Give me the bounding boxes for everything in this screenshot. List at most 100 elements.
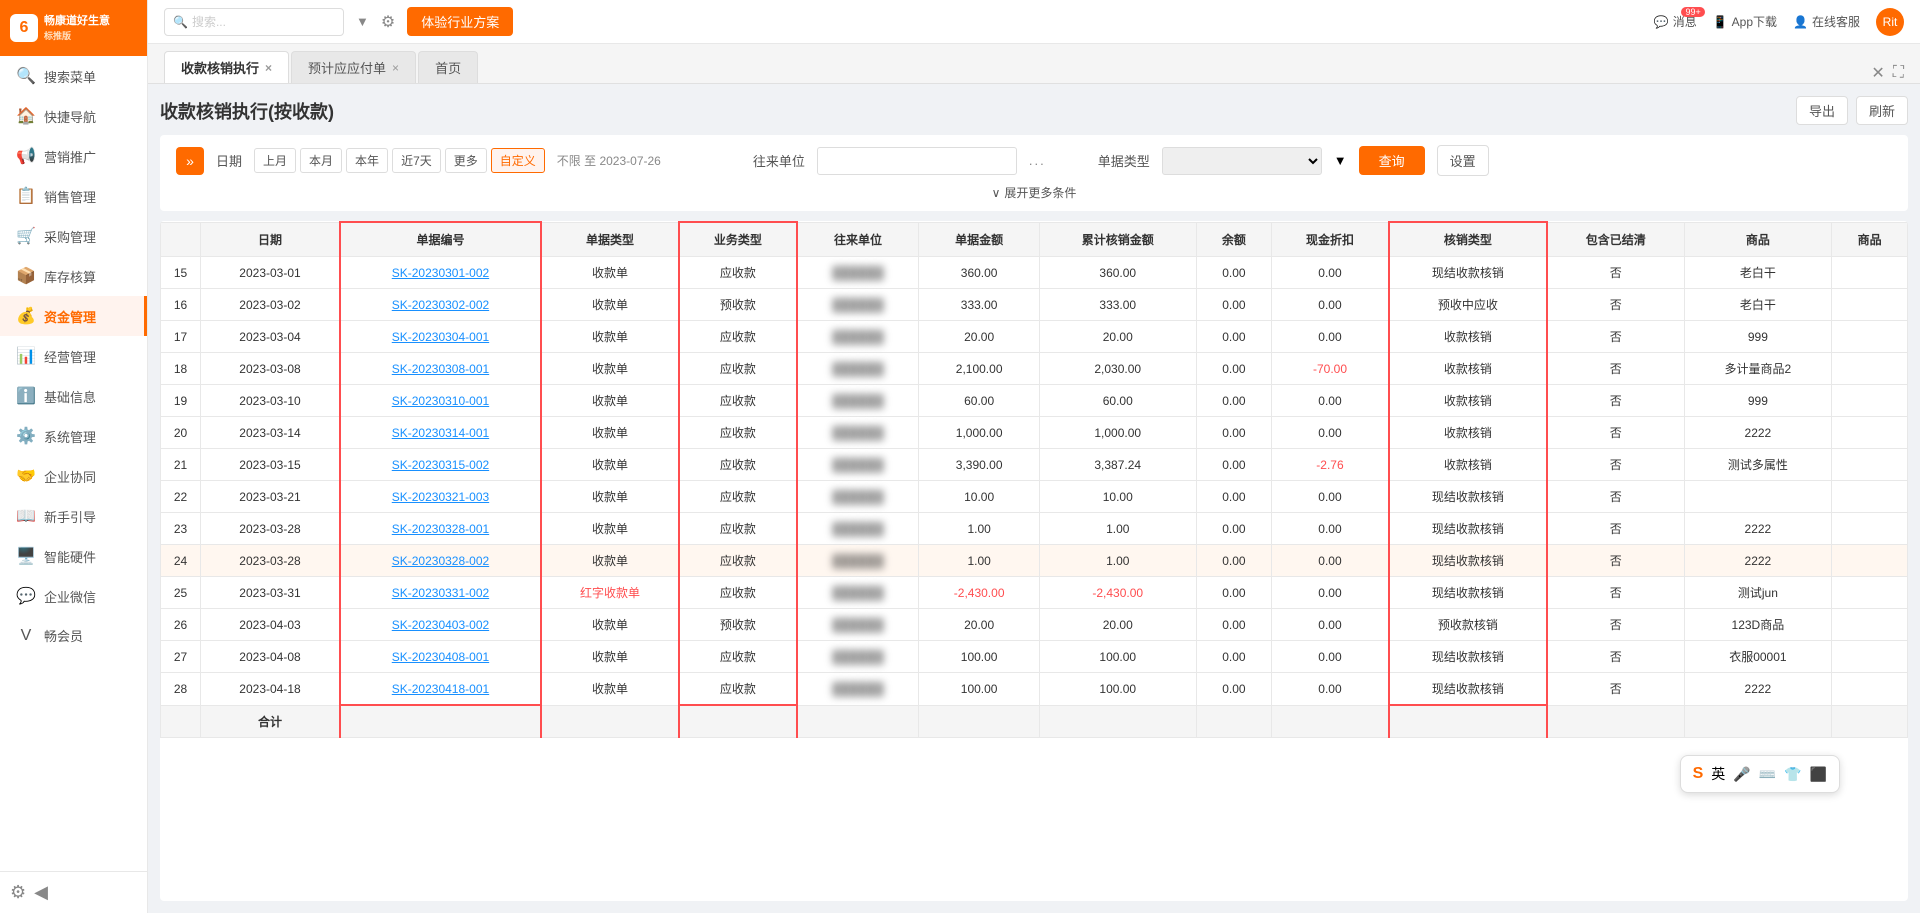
sidebar-item-hardware[interactable]: 🖥️智能硬件 (0, 536, 147, 576)
sidebar-item-operation[interactable]: 📊经营管理 (0, 336, 147, 376)
cell-2-1: 2023-03-04 (201, 321, 340, 353)
cell-12-12: 衣服00001 (1684, 641, 1832, 673)
expand-more-btn[interactable]: ∨ 展开更多条件 (176, 184, 1892, 201)
cell-3-1: 2023-03-08 (201, 353, 340, 385)
cell-4-0: 19 (161, 385, 201, 417)
cell-8-2[interactable]: SK-20230328-001 (340, 513, 541, 545)
voucher-type-select[interactable] (1162, 147, 1322, 175)
cell-13-7: 100.00 (1039, 673, 1196, 706)
cell-11-5: ██████ (797, 609, 919, 641)
wechat-icon: 💬 (16, 586, 36, 606)
online-service-btn[interactable]: 👤 在线客服 (1793, 13, 1860, 30)
table-row: 182023-03-08SK-20230308-001收款单应收款██████2… (161, 353, 1908, 385)
dropdown-arrow-icon[interactable]: ▼ (356, 14, 369, 29)
cell-6-2[interactable]: SK-20230315-002 (340, 449, 541, 481)
tab-expand-icon[interactable]: ⛶ (1893, 64, 1904, 82)
cell-12-1: 2023-04-08 (201, 641, 340, 673)
app-download-btn[interactable]: 📱 App下载 (1713, 13, 1777, 30)
user-avatar[interactable]: Rit (1876, 8, 1904, 36)
cell-7-10: 现结收款核销 (1389, 481, 1547, 513)
settings-btn[interactable]: 设置 (1437, 145, 1489, 176)
cell-13-2[interactable]: SK-20230418-001 (340, 673, 541, 706)
cell-4-3: 收款单 (541, 385, 679, 417)
data-table: 日期单据编号单据类型业务类型往来单位单据金额累计核销金额余额现金折扣核销类型包含… (160, 221, 1908, 738)
total-cell-10 (1389, 705, 1547, 737)
tab-close-collection[interactable]: × (265, 61, 272, 75)
cell-4-2[interactable]: SK-20230310-001 (340, 385, 541, 417)
cell-11-2[interactable]: SK-20230403-002 (340, 609, 541, 641)
table-row: 282023-04-18SK-20230418-001收款单应收款██████1… (161, 673, 1908, 706)
cell-10-9: 0.00 (1272, 577, 1389, 609)
sidebar-item-inventory[interactable]: 📦库存核算 (0, 256, 147, 296)
cell-11-10: 预收款核销 (1389, 609, 1547, 641)
sidebar-item-search[interactable]: 🔍搜索菜单 (0, 56, 147, 96)
cell-6-7: 3,387.24 (1039, 449, 1196, 481)
cell-5-2[interactable]: SK-20230314-001 (340, 417, 541, 449)
cell-0-11: 否 (1547, 257, 1684, 289)
chevron-down-icon: ∨ (992, 186, 1001, 200)
sidebar-item-system[interactable]: ⚙️系统管理 (0, 416, 147, 456)
date-btn-1[interactable]: 本月 (300, 148, 342, 173)
cell-6-11: 否 (1547, 449, 1684, 481)
shortcuts-icon: 🏠 (16, 106, 36, 126)
cell-11-11: 否 (1547, 609, 1684, 641)
date-btn-4[interactable]: 更多 (445, 148, 487, 173)
cell-6-3: 收款单 (541, 449, 679, 481)
cell-13-11: 否 (1547, 673, 1684, 706)
cell-1-10: 预收中应收 (1389, 289, 1547, 321)
cell-2-2[interactable]: SK-20230304-001 (340, 321, 541, 353)
gear-icon[interactable]: ⚙ (381, 12, 395, 32)
date-btn-2[interactable]: 本年 (346, 148, 388, 173)
date-btn-3[interactable]: 近7天 (392, 148, 441, 173)
sidebar-item-marketing[interactable]: 📢营销推广 (0, 136, 147, 176)
sidebar-item-purchase[interactable]: 🛒采购管理 (0, 216, 147, 256)
col-header-13: 商品 (1832, 222, 1908, 257)
tab-prepay[interactable]: 预计应应付单× (291, 51, 416, 83)
sidebar-item-shortcuts[interactable]: 🏠快捷导航 (0, 96, 147, 136)
cell-12-2[interactable]: SK-20230408-001 (340, 641, 541, 673)
cell-11-7: 20.00 (1039, 609, 1196, 641)
tab-close-icon[interactable]: ✕ (1871, 63, 1884, 83)
industry-btn[interactable]: 体验行业方案 (407, 7, 513, 36)
cell-8-10: 现结收款核销 (1389, 513, 1547, 545)
sidebar-item-corp[interactable]: 🤝企业协同 (0, 456, 147, 496)
cell-4-5: ██████ (797, 385, 919, 417)
settings-icon[interactable]: ⚙ (10, 882, 26, 903)
sidebar-item-wechat[interactable]: 💬企业微信 (0, 576, 147, 616)
cell-1-2[interactable]: SK-20230302-002 (340, 289, 541, 321)
message-btn[interactable]: 💬 消息 99+ (1654, 13, 1697, 30)
cell-0-2[interactable]: SK-20230301-002 (340, 257, 541, 289)
query-btn[interactable]: 查询 (1359, 146, 1425, 175)
sidebar-item-sales[interactable]: 📋销售管理 (0, 176, 147, 216)
total-cell-0 (161, 705, 201, 737)
cell-10-2[interactable]: SK-20230331-002 (340, 577, 541, 609)
tab-home[interactable]: 首页 (418, 51, 478, 83)
partner-input[interactable] (817, 147, 1017, 175)
cell-11-3: 收款单 (541, 609, 679, 641)
cell-9-2[interactable]: SK-20230328-002 (340, 545, 541, 577)
sidebar-item-guide[interactable]: 📖新手引导 (0, 496, 147, 536)
sidebar-footer: ⚙ ◀ (0, 871, 147, 913)
cell-12-5: ██████ (797, 641, 919, 673)
tab-collection[interactable]: 收款核销执行× (164, 51, 289, 83)
sidebar-item-finance[interactable]: 💰资金管理 (0, 296, 147, 336)
export-btn[interactable]: 导出 (1796, 96, 1848, 125)
refresh-btn[interactable]: 刷新 (1856, 96, 1908, 125)
collapse-icon[interactable]: ◀ (34, 882, 48, 903)
tab-close-prepay[interactable]: × (392, 61, 399, 75)
cell-3-2[interactable]: SK-20230308-001 (340, 353, 541, 385)
cell-12-11: 否 (1547, 641, 1684, 673)
cell-7-2[interactable]: SK-20230321-003 (340, 481, 541, 513)
cell-8-11: 否 (1547, 513, 1684, 545)
date-btn-0[interactable]: 上月 (254, 148, 296, 173)
cell-1-8: 0.00 (1196, 289, 1272, 321)
topbar-search[interactable]: 🔍 搜索... (164, 8, 344, 36)
cell-13-10: 现结收款核销 (1389, 673, 1547, 706)
sidebar-item-member[interactable]: V畅会员 (0, 616, 147, 655)
sidebar-item-basic[interactable]: ℹ️基础信息 (0, 376, 147, 416)
tab-bar-right: ✕ ⛶ (1871, 63, 1904, 83)
date-btn-custom[interactable]: 自定义 (491, 148, 545, 173)
filter-expand-btn[interactable]: » (176, 147, 204, 175)
cell-10-7: -2,430.00 (1039, 577, 1196, 609)
cell-4-8: 0.00 (1196, 385, 1272, 417)
